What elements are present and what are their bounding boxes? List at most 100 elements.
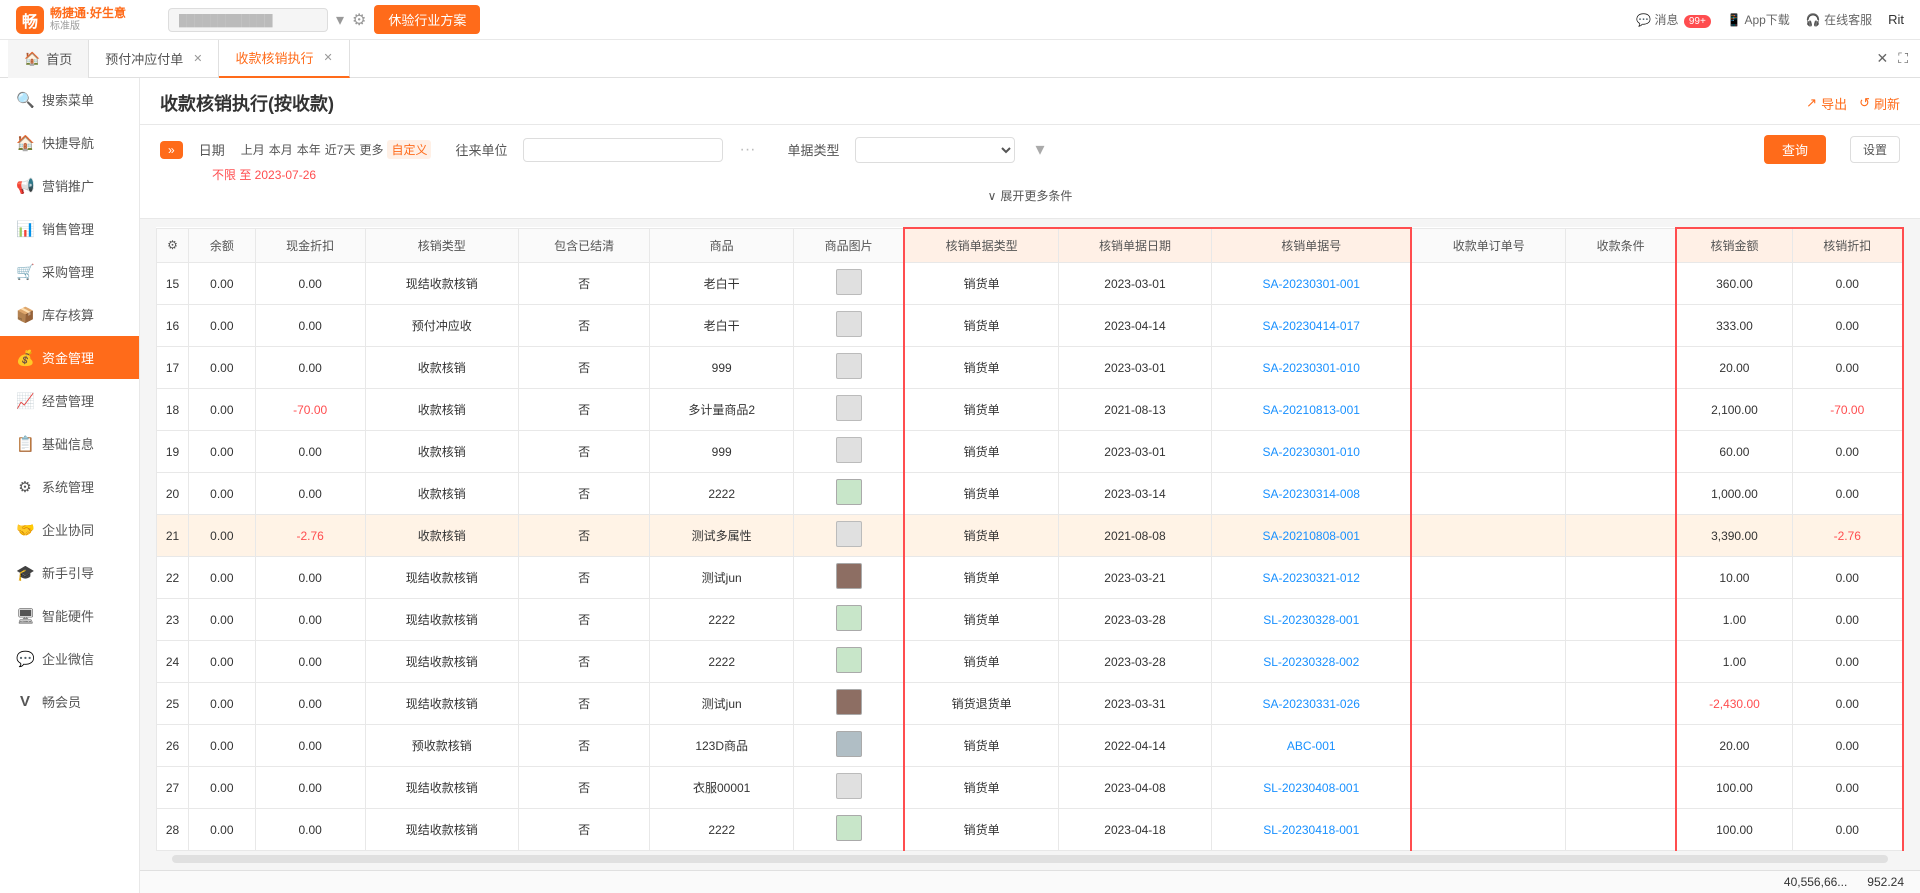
td-goods: 2222	[650, 809, 794, 851]
sidebar-item-sales[interactable]: 📊 销售管理	[0, 207, 139, 250]
marketing-icon: 📢	[16, 177, 34, 195]
bill-no-link[interactable]: SA-20230314-008	[1263, 487, 1360, 501]
td-verify-bill-type: 销货单	[904, 725, 1058, 767]
sidebar-item-collab[interactable]: 🤝 企业协同	[0, 508, 139, 551]
td-verify-bill-no[interactable]: SA-20230301-001	[1212, 263, 1412, 305]
bill-no-link[interactable]: SA-20230301-010	[1263, 361, 1360, 375]
td-balance: 0.00	[189, 767, 256, 809]
sidebar-item-system[interactable]: ⚙ 系统管理	[0, 465, 139, 508]
sidebar-item-basicinfo[interactable]: 📋 基础信息	[0, 422, 139, 465]
bill-no-link[interactable]: SL-20230328-002	[1263, 655, 1359, 669]
bill-no-link[interactable]: SL-20230418-001	[1263, 823, 1359, 837]
bill-no-link[interactable]: SA-20230301-001	[1263, 277, 1360, 291]
sidebar-item-member[interactable]: V 畅会员	[0, 680, 139, 723]
wechat-icon: 💬	[16, 650, 34, 668]
td-verify-bill-no[interactable]: SA-20230414-017	[1212, 305, 1412, 347]
tab-prepay-close[interactable]: ✕	[193, 52, 202, 65]
td-verify-bill-date: 2023-03-21	[1058, 557, 1211, 599]
th-gear[interactable]: ⚙	[157, 228, 189, 263]
hardware-icon: 🖥	[16, 607, 34, 625]
settings-btn[interactable]: 设置	[1850, 136, 1900, 163]
sidebar-item-inventory[interactable]: 📦 库存核算	[0, 293, 139, 336]
date-more[interactable]: 更多	[359, 141, 383, 158]
sidebar-item-purchase[interactable]: 🛒 采购管理	[0, 250, 139, 293]
sidebar-item-marketing[interactable]: 📢 营销推广	[0, 164, 139, 207]
table-row: 17 0.00 0.00 收款核销 否 999 销货单 2023-03-01 S…	[157, 347, 1904, 389]
date-this-year[interactable]: 本年	[297, 141, 321, 158]
td-goods-img	[793, 515, 904, 557]
date-last-month[interactable]: 上月	[241, 141, 265, 158]
td-verify-bill-no[interactable]: SL-20230408-001	[1212, 767, 1412, 809]
expand-conditions-btn[interactable]: ∨ 展开更多条件	[988, 187, 1073, 204]
td-no: 19	[157, 431, 189, 473]
maximize-icon[interactable]: ⛶	[1894, 46, 1912, 71]
bill-no-link[interactable]: SA-20230331-026	[1263, 697, 1360, 711]
td-verify-amount: 333.00	[1676, 305, 1792, 347]
td-balance: 0.00	[189, 725, 256, 767]
sidebar-item-wechat[interactable]: 💬 企业微信	[0, 637, 139, 680]
tab-prepay[interactable]: 预付冲应付单 ✕	[89, 40, 219, 78]
bill-no-link[interactable]: SA-20230321-012	[1263, 571, 1360, 585]
tab-home[interactable]: 🏠 首页	[8, 40, 89, 78]
industry-btn[interactable]: 休验行业方案	[374, 5, 480, 34]
close-window-icon[interactable]: ✕	[1872, 46, 1892, 71]
bill-no-link[interactable]: SL-20230408-001	[1263, 781, 1359, 795]
logo-icon: 畅	[16, 6, 44, 34]
sidebar-item-search[interactable]: 🔍 搜索菜单	[0, 78, 139, 121]
td-verify-bill-no[interactable]: SA-20210813-001	[1212, 389, 1412, 431]
filter-expand-btn[interactable]: »	[160, 141, 183, 159]
td-verify-type: 现结收款核销	[365, 557, 518, 599]
messages-icon[interactable]: 💬 消息 99+	[1636, 11, 1711, 28]
bill-no-link[interactable]: SA-20210808-001	[1263, 529, 1360, 543]
bill-type-select[interactable]	[855, 137, 1015, 163]
sidebar-item-operations[interactable]: 📈 经营管理	[0, 379, 139, 422]
td-no: 28	[157, 809, 189, 851]
bill-no-link[interactable]: ABC-001	[1287, 739, 1336, 753]
sidebar-item-quicknav[interactable]: 🏠 快捷导航	[0, 121, 139, 164]
td-verify-bill-no[interactable]: SA-20230331-026	[1212, 683, 1412, 725]
td-receipt-order-no	[1411, 305, 1565, 347]
table-area: ⚙ 余额 现金折扣 核销类型 包含已结清 商品 商品图片 核销单据类型 核销单据…	[140, 219, 1920, 870]
tab-verify[interactable]: 收款核销执行 ✕	[219, 40, 349, 78]
date-this-month[interactable]: 本月	[269, 141, 293, 158]
sidebar-item-guide[interactable]: 🎓 新手引导	[0, 551, 139, 594]
bill-no-link[interactable]: SA-20210813-001	[1263, 403, 1360, 417]
tab-verify-close[interactable]: ✕	[323, 51, 332, 64]
td-verify-discount: 0.00	[1792, 473, 1903, 515]
td-no: 22	[157, 557, 189, 599]
td-verify-bill-type: 销货单	[904, 389, 1058, 431]
td-verify-discount: 0.00	[1792, 347, 1903, 389]
date-7days[interactable]: 近7天	[325, 141, 356, 158]
td-verify-bill-no[interactable]: SL-20230328-002	[1212, 641, 1412, 683]
refresh-btn[interactable]: ↺ 刷新	[1859, 94, 1900, 113]
sidebar-item-hardware[interactable]: 🖥 智能硬件	[0, 594, 139, 637]
bill-no-link[interactable]: SL-20230328-001	[1263, 613, 1359, 627]
bill-no-link[interactable]: SA-20230301-010	[1263, 445, 1360, 459]
user-name[interactable]: Rit	[1888, 12, 1904, 27]
dropdown-icon[interactable]: ▾	[336, 10, 344, 30]
export-btn[interactable]: ↗ 导出	[1806, 94, 1847, 113]
online-service[interactable]: 🎧 在线客服	[1806, 11, 1872, 28]
bill-no-link[interactable]: SA-20230414-017	[1263, 319, 1360, 333]
td-cash-discount: 0.00	[255, 305, 365, 347]
td-verify-bill-no[interactable]: SA-20210808-001	[1212, 515, 1412, 557]
source-unit-label: 往来单位	[455, 140, 507, 159]
td-receipt-order-no	[1411, 263, 1565, 305]
source-unit-input[interactable]	[523, 138, 723, 162]
date-custom[interactable]: 自定义	[387, 140, 431, 159]
guide-icon: 🎓	[16, 564, 34, 582]
td-verify-bill-no[interactable]: ABC-001	[1212, 725, 1412, 767]
td-verify-bill-no[interactable]: SL-20230418-001	[1212, 809, 1412, 851]
horizontal-scrollbar[interactable]	[156, 855, 1904, 863]
td-balance: 0.00	[189, 557, 256, 599]
td-verify-bill-no[interactable]: SL-20230328-001	[1212, 599, 1412, 641]
query-btn[interactable]: 查询	[1764, 135, 1826, 164]
sidebar-item-finance[interactable]: 💰 资金管理	[0, 336, 139, 379]
td-verify-bill-no[interactable]: SA-20230301-010	[1212, 347, 1412, 389]
td-verify-bill-no[interactable]: SA-20230301-010	[1212, 431, 1412, 473]
td-goods: 123D商品	[650, 725, 794, 767]
settings-top-icon[interactable]: ⚙	[352, 10, 366, 30]
app-download[interactable]: 📱 App下载	[1727, 11, 1790, 28]
td-verify-bill-no[interactable]: SA-20230321-012	[1212, 557, 1412, 599]
td-verify-bill-no[interactable]: SA-20230314-008	[1212, 473, 1412, 515]
